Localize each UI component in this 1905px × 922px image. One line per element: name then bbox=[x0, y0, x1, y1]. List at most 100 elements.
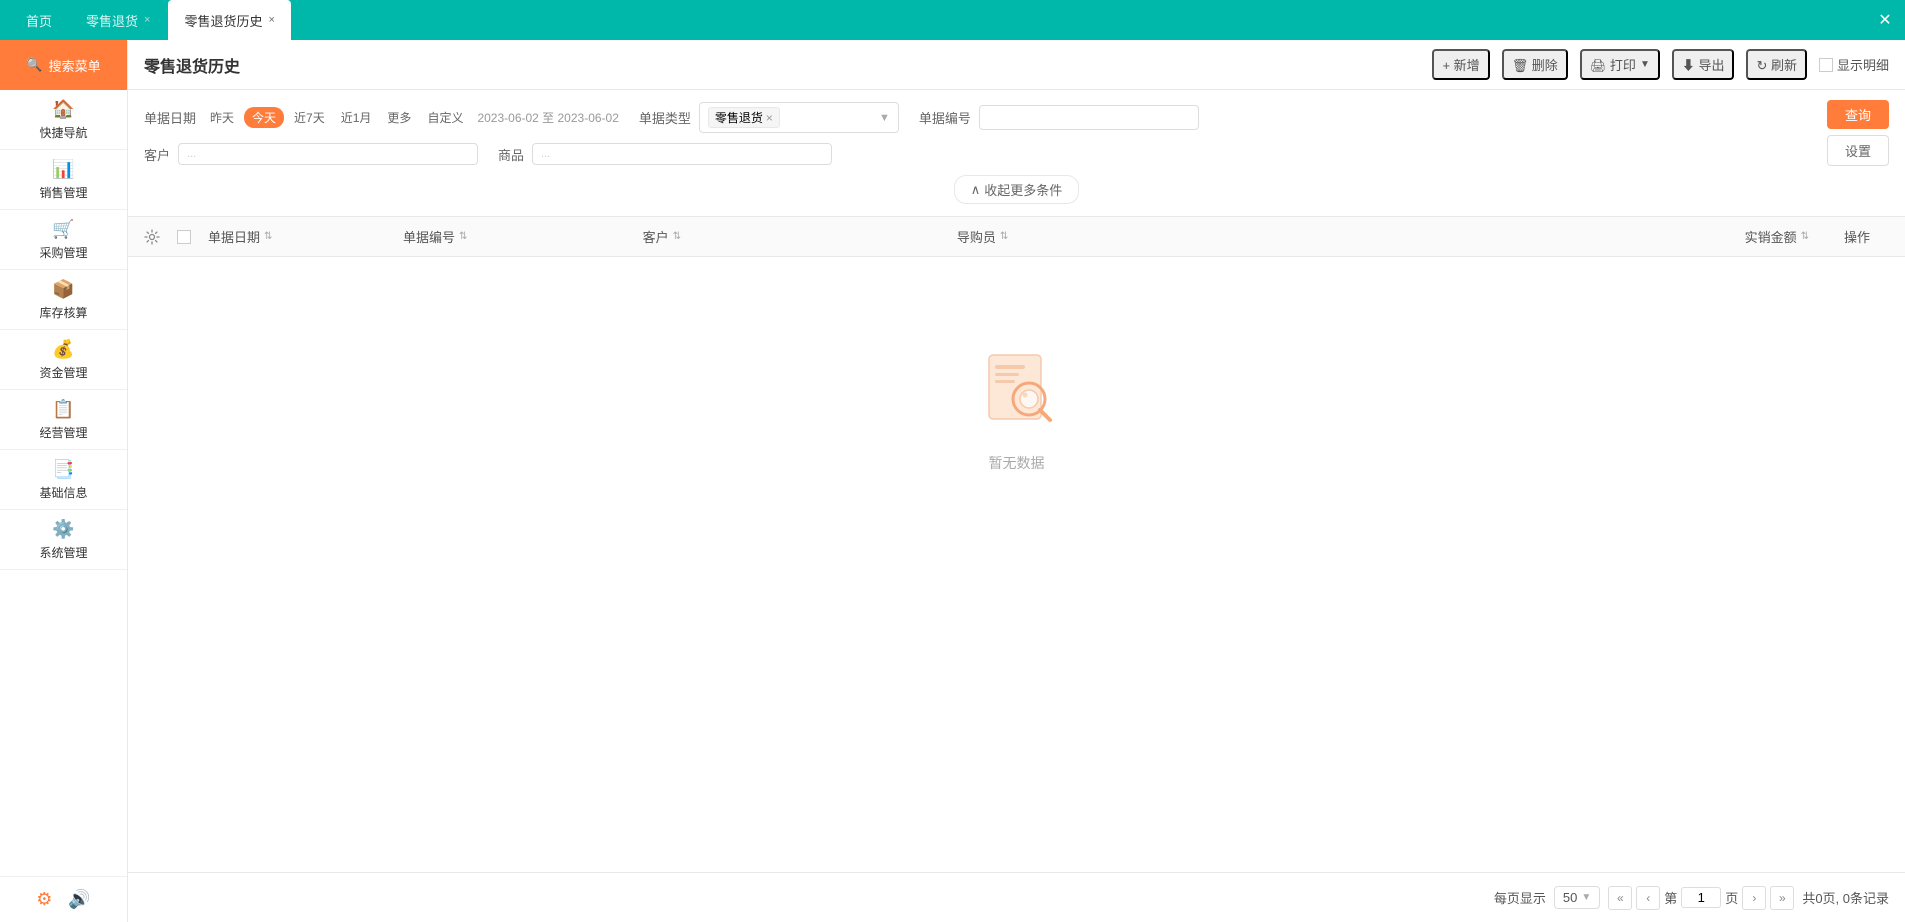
print-button[interactable]: 🖨 打印 ▼ bbox=[1580, 49, 1660, 80]
date-btn-more[interactable]: 更多 bbox=[381, 107, 417, 128]
show-detail-label: 显示明细 bbox=[1837, 55, 1889, 74]
query-button[interactable]: 查询 bbox=[1827, 100, 1889, 129]
export-button[interactable]: ⬇ 导出 bbox=[1672, 49, 1735, 80]
sidebar-item-basic-info[interactable]: 📑 基础信息 bbox=[0, 450, 127, 510]
goods-dots: ... bbox=[541, 148, 550, 160]
th-date-label: 单据日期 bbox=[208, 227, 260, 246]
add-button[interactable]: + 新增 bbox=[1432, 49, 1489, 80]
page-number-input[interactable] bbox=[1681, 887, 1721, 908]
sidebar-item-sales[interactable]: 📊 销售管理 bbox=[0, 150, 127, 210]
collapse-button[interactable]: ∧ 收起更多条件 bbox=[954, 175, 1080, 204]
type-filter-label: 单据类型 bbox=[639, 108, 691, 127]
date-filter: 单据日期 昨天 今天 近7天 近1月 更多 自定义 2023-06-02 至 2… bbox=[144, 107, 619, 128]
select-all-checkbox[interactable] bbox=[177, 230, 191, 244]
sidebar-item-quick-nav-label: 快捷导航 bbox=[39, 124, 87, 141]
goods-filter-input[interactable]: ... bbox=[532, 143, 832, 165]
sidebar-item-system-label: 系统管理 bbox=[39, 544, 87, 561]
customer-filter-label: 客户 bbox=[144, 145, 170, 164]
collapse-up-icon: ∧ bbox=[971, 182, 981, 198]
tab-retail-return-close[interactable]: × bbox=[144, 14, 150, 26]
gear-icon bbox=[144, 229, 160, 245]
sidebar-item-sales-label: 销售管理 bbox=[39, 184, 87, 201]
th-number[interactable]: 单据编号 ⇅ bbox=[395, 227, 635, 246]
sidebar-item-inventory-label: 库存核算 bbox=[39, 304, 87, 321]
page-size-value: 50 bbox=[1563, 890, 1577, 905]
audio-icon[interactable]: 🔊 bbox=[68, 889, 90, 910]
th-date[interactable]: 单据日期 ⇅ bbox=[200, 227, 395, 246]
quick-nav-icon: 🏠 bbox=[52, 99, 74, 120]
number-filter: 单据编号 bbox=[919, 105, 1199, 130]
date-shortcuts: 昨天 今天 近7天 近1月 更多 自定义 bbox=[204, 107, 469, 128]
page-next-button[interactable]: › bbox=[1742, 886, 1766, 910]
sidebar-item-purchase-label: 采购管理 bbox=[39, 244, 87, 261]
date-btn-today[interactable]: 今天 bbox=[244, 107, 284, 128]
page-size-select[interactable]: 50 ▼ bbox=[1554, 886, 1600, 909]
tab-home[interactable]: 首页 bbox=[10, 0, 68, 40]
tab-list: 首页 零售退货 × 零售退货历史 × bbox=[10, 0, 1865, 40]
th-customer[interactable]: 客户 ⇅ bbox=[635, 227, 949, 246]
type-filter-select[interactable]: 零售退货 × ▼ bbox=[699, 102, 899, 133]
goods-filter-label: 商品 bbox=[498, 145, 524, 164]
sidebar-item-system[interactable]: ⚙️ 系统管理 bbox=[0, 510, 127, 570]
sidebar-item-inventory[interactable]: 📦 库存核算 bbox=[0, 270, 127, 330]
sidebar-item-purchase[interactable]: 🛒 采购管理 bbox=[0, 210, 127, 270]
th-guide[interactable]: 导购员 ⇅ bbox=[949, 227, 1189, 246]
sidebar-footer: ⚙ 🔊 bbox=[0, 876, 127, 922]
print-dropdown-icon[interactable]: ▼ bbox=[1640, 59, 1650, 70]
sidebar-item-finance[interactable]: 💰 资金管理 bbox=[0, 330, 127, 390]
inventory-icon: 📦 bbox=[52, 279, 74, 300]
date-btn-1month[interactable]: 近1月 bbox=[335, 107, 378, 128]
tab-retail-return-history-close[interactable]: × bbox=[268, 14, 274, 26]
settings-icon[interactable]: ⚙ bbox=[36, 889, 52, 910]
page-first-button[interactable]: « bbox=[1608, 886, 1632, 910]
delete-button[interactable]: 🗑 删除 bbox=[1502, 49, 1568, 80]
type-filter-tag-close[interactable]: × bbox=[766, 111, 773, 125]
total-info: 共0页, 0条记录 bbox=[1802, 888, 1889, 907]
tab-retail-return[interactable]: 零售退货 × bbox=[70, 0, 166, 40]
date-btn-custom[interactable]: 自定义 bbox=[421, 107, 469, 128]
page-title: 零售退货历史 bbox=[144, 53, 1432, 77]
tab-retail-return-history[interactable]: 零售退货历史 × bbox=[168, 0, 290, 40]
sidebar-search-label: 搜索菜单 bbox=[49, 56, 101, 75]
pagination-bar: 每页显示 50 ▼ « ‹ 第 页 › » 共0页, 0条记录 bbox=[128, 872, 1905, 922]
show-detail-toggle[interactable]: 显示明细 bbox=[1819, 55, 1889, 74]
purchase-icon: 🛒 bbox=[52, 219, 74, 240]
type-filter-tag-text: 零售退货 bbox=[715, 109, 763, 126]
page-prev-button[interactable]: ‹ bbox=[1636, 886, 1660, 910]
header-actions: + 新增 🗑 删除 🖨 打印 ▼ ⬇ 导出 ↻ 刷新 显示明细 bbox=[1432, 49, 1889, 80]
th-gear[interactable] bbox=[136, 229, 168, 245]
collapse-row: ∧ 收起更多条件 bbox=[144, 175, 1889, 204]
sidebar-item-quick-nav[interactable]: 🏠 快捷导航 bbox=[0, 90, 127, 150]
search-icon: 🔍 bbox=[26, 57, 42, 73]
sidebar-item-operation-label: 经营管理 bbox=[39, 424, 87, 441]
page-nav: « ‹ 第 页 › » bbox=[1608, 886, 1794, 910]
date-btn-7days[interactable]: 近7天 bbox=[288, 107, 331, 128]
date-btn-yesterday[interactable]: 昨天 bbox=[204, 107, 240, 128]
customer-filter-input[interactable]: ... bbox=[178, 143, 478, 165]
th-operation-label: 操作 bbox=[1844, 227, 1870, 246]
type-filter: 单据类型 零售退货 × ▼ bbox=[639, 102, 899, 133]
empty-state: 暂无数据 bbox=[128, 257, 1905, 553]
finance-icon: 💰 bbox=[52, 339, 74, 360]
number-filter-input[interactable] bbox=[979, 105, 1199, 130]
refresh-button[interactable]: ↻ 刷新 bbox=[1746, 49, 1807, 80]
sidebar-search[interactable]: 🔍 搜索菜单 bbox=[0, 40, 127, 90]
th-check[interactable] bbox=[168, 230, 200, 244]
tab-retail-return-label: 零售退货 bbox=[86, 11, 138, 30]
table-header: 单据日期 ⇅ 单据编号 ⇅ 客户 ⇅ 导购员 ⇅ 实销金额 bbox=[128, 217, 1905, 257]
filter-row-1: 单据日期 昨天 今天 近7天 近1月 更多 自定义 2023-06-02 至 2… bbox=[144, 102, 1889, 133]
sidebar-item-operation[interactable]: 📋 经营管理 bbox=[0, 390, 127, 450]
window-close-button[interactable]: ✕ bbox=[1865, 0, 1905, 40]
settings-button[interactable]: 设置 bbox=[1827, 135, 1889, 166]
show-detail-checkbox[interactable] bbox=[1819, 58, 1833, 72]
th-amount[interactable]: 实销金额 ⇅ bbox=[1652, 227, 1817, 246]
sidebar: 🔍 搜索菜单 🏠 快捷导航 📊 销售管理 🛒 采购管理 📦 库存核算 💰 资金管… bbox=[0, 40, 128, 922]
type-filter-dropdown-icon[interactable]: ▼ bbox=[879, 112, 890, 124]
th-operation: 操作 bbox=[1817, 227, 1897, 246]
type-filter-tag: 零售退货 × bbox=[708, 107, 780, 128]
sidebar-item-finance-label: 资金管理 bbox=[39, 364, 87, 381]
empty-illustration bbox=[967, 337, 1067, 437]
th-customer-sort: ⇅ bbox=[673, 231, 681, 242]
page-size-label: 每页显示 bbox=[1494, 888, 1546, 907]
page-last-button[interactable]: » bbox=[1770, 886, 1794, 910]
